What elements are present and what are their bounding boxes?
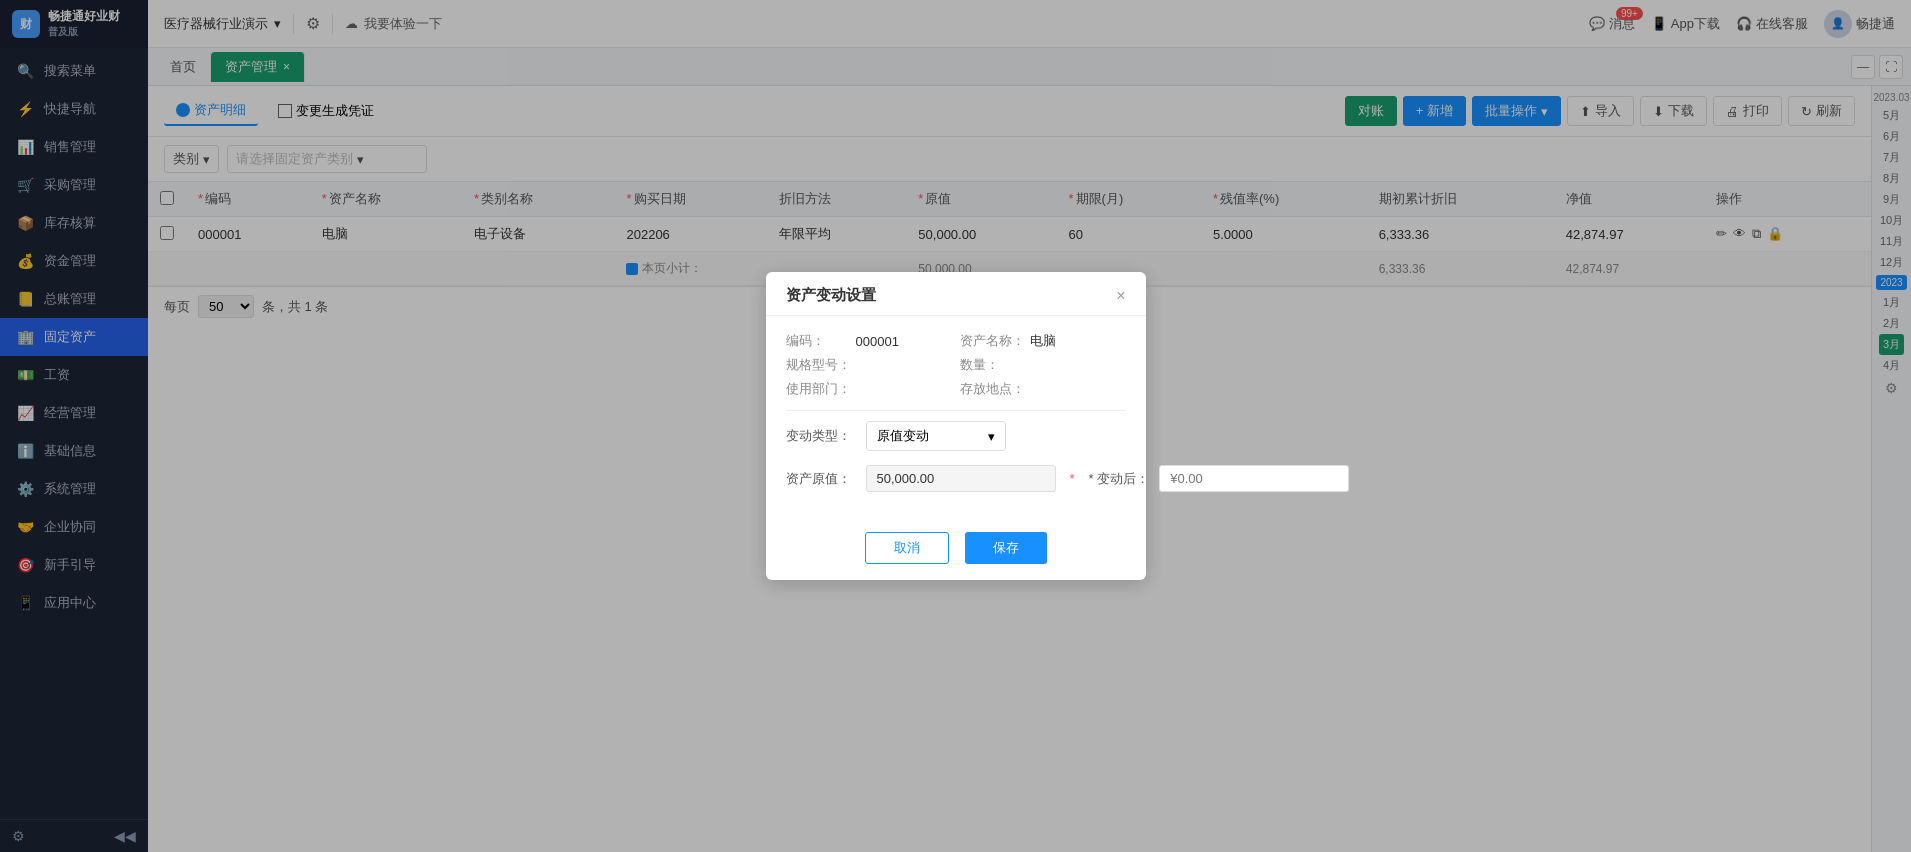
- modal-close-button[interactable]: ×: [1116, 287, 1125, 305]
- original-value-label: 资产原值：: [786, 470, 856, 488]
- change-type-dropdown-icon: ▾: [988, 429, 995, 444]
- asset-name-value: 电脑: [1030, 332, 1056, 350]
- quantity-label: 数量：: [960, 356, 1030, 374]
- modal-location-field: 存放地点：: [960, 380, 1126, 398]
- asset-change-modal: 资产变动设置 × 编码： 000001 资产名称： 电脑 规格型号： 数量：: [766, 272, 1146, 580]
- spec-label: 规格型号：: [786, 356, 856, 374]
- department-label: 使用部门：: [786, 380, 856, 398]
- modal-footer: 取消 保存: [766, 522, 1146, 580]
- save-button[interactable]: 保存: [965, 532, 1047, 564]
- modal-body: 编码： 000001 资产名称： 电脑 规格型号： 数量： 使用部门：: [766, 316, 1146, 522]
- location-label: 存放地点：: [960, 380, 1030, 398]
- change-type-label: 变动类型：: [786, 427, 856, 445]
- after-change-label: * 变动后：: [1089, 470, 1150, 488]
- asset-name-label: 资产名称：: [960, 332, 1030, 350]
- modal-info-grid: 编码： 000001 资产名称： 电脑 规格型号： 数量： 使用部门：: [786, 332, 1126, 398]
- modal-overlay: 资产变动设置 × 编码： 000001 资产名称： 电脑 规格型号： 数量：: [0, 0, 1911, 852]
- modal-divider: [786, 410, 1126, 411]
- modal-quantity-field: 数量：: [960, 356, 1126, 374]
- after-change-input[interactable]: [1159, 465, 1349, 492]
- code-label: 编码：: [786, 332, 856, 350]
- modal-change-type-field: 变动类型： 原值变动 ▾: [786, 421, 1126, 451]
- modal-original-value-field: 资产原值： * * 变动后：: [786, 465, 1126, 492]
- modal-spec-field: 规格型号：: [786, 356, 952, 374]
- modal-header: 资产变动设置 ×: [766, 272, 1146, 316]
- original-value-input[interactable]: [866, 465, 1056, 492]
- modal-department-field: 使用部门：: [786, 380, 952, 398]
- code-value: 000001: [856, 334, 899, 349]
- modal-asset-name-field: 资产名称： 电脑: [960, 332, 1126, 350]
- required-star: *: [1070, 471, 1075, 486]
- change-type-value: 原值变动: [877, 427, 929, 445]
- change-type-select[interactable]: 原值变动 ▾: [866, 421, 1006, 451]
- modal-code-field: 编码： 000001: [786, 332, 952, 350]
- modal-title: 资产变动设置: [786, 286, 876, 305]
- cancel-button[interactable]: 取消: [865, 532, 949, 564]
